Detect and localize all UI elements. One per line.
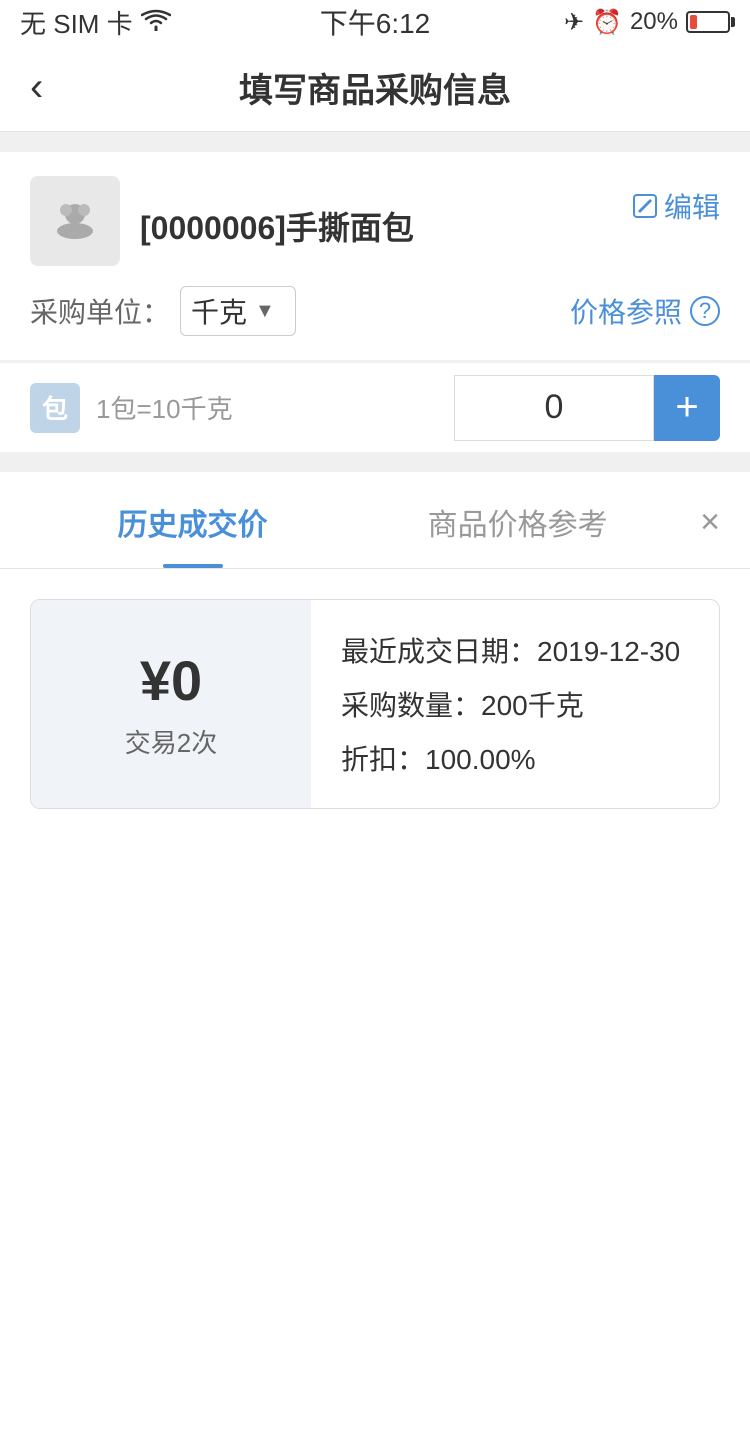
status-time: 下午6:12 <box>320 2 431 42</box>
battery-icon <box>686 11 730 33</box>
status-left: 无 SIM 卡 <box>20 4 171 41</box>
price-left-panel: ¥0 交易2次 <box>31 600 311 808</box>
unit-conversion: 1包=10千克 <box>96 389 233 426</box>
status-right: ✈ ⏰ 20% <box>564 8 730 37</box>
quantity-input[interactable] <box>454 375 654 441</box>
product-meta: 采购单位： 千克 ▼ 价格参照 ? <box>30 286 720 336</box>
quantity-unit: 包 1包=10千克 <box>30 383 233 433</box>
tab-content-history-price: ¥0 交易2次 最近成交日期：2019-12-30 采购数量：200千克 折扣：… <box>0 569 750 839</box>
back-button[interactable]: ‹ <box>30 55 63 120</box>
unit-value: 千克 <box>191 291 247 331</box>
unit-label: 采购单位： 千克 ▼ <box>30 286 296 336</box>
tab-history-price[interactable]: 历史成交价 <box>30 472 355 568</box>
alarm-icon: ⏰ <box>592 8 622 37</box>
price-count: 交易2次 <box>125 723 217 760</box>
product-card: [0000006]手撕面包 编辑 采购单位： 千克 ▼ 价格参照 ? <box>0 152 750 360</box>
price-recent-date: 最近成交日期：2019-12-30 <box>341 630 689 670</box>
quantity-controls: + <box>454 375 720 441</box>
nav-bar: ‹ 填写商品采购信息 <box>0 44 750 132</box>
price-ref-label: 价格参照 <box>570 291 682 331</box>
location-icon: ✈ <box>564 8 584 37</box>
carrier-text: 无 SIM 卡 <box>20 4 133 41</box>
wifi-icon <box>141 7 171 38</box>
quantity-plus-button[interactable]: + <box>654 375 720 441</box>
tabs-header: 历史成交价 商品价格参考 × <box>0 472 750 569</box>
page-title: 填写商品采购信息 <box>239 63 511 112</box>
dropdown-arrow-icon: ▼ <box>255 300 275 323</box>
price-purchase-qty: 采购数量：200千克 <box>341 684 689 724</box>
unit-dropdown[interactable]: 千克 ▼ <box>180 286 296 336</box>
price-amount: ¥0 <box>140 648 202 713</box>
tab-close-button[interactable]: × <box>680 475 720 566</box>
price-right-panel: 最近成交日期：2019-12-30 采购数量：200千克 折扣：100.00% <box>311 600 719 808</box>
status-bar: 无 SIM 卡 下午6:12 ✈ ⏰ 20% <box>0 0 750 44</box>
help-icon[interactable]: ? <box>690 296 720 326</box>
edit-button[interactable]: 编辑 <box>632 176 720 226</box>
battery-percent: 20% <box>630 8 678 36</box>
price-ref-button[interactable]: 价格参照 ? <box>570 291 720 331</box>
unit-box: 包 <box>30 383 80 433</box>
price-discount: 折扣：100.00% <box>341 738 689 778</box>
tab-product-price-ref[interactable]: 商品价格参考 <box>355 472 680 568</box>
product-thumbnail <box>30 176 120 266</box>
price-card: ¥0 交易2次 最近成交日期：2019-12-30 采购数量：200千克 折扣：… <box>30 599 720 809</box>
product-name: [0000006]手撕面包 <box>140 193 414 249</box>
quantity-row: 包 1包=10千克 + <box>0 362 750 452</box>
product-left: [0000006]手撕面包 <box>30 176 414 266</box>
bottom-area <box>0 839 750 1439</box>
tabs-panel: 历史成交价 商品价格参考 × ¥0 交易2次 最近成交日期：2019-12-30… <box>0 472 750 839</box>
edit-label: 编辑 <box>664 186 720 226</box>
